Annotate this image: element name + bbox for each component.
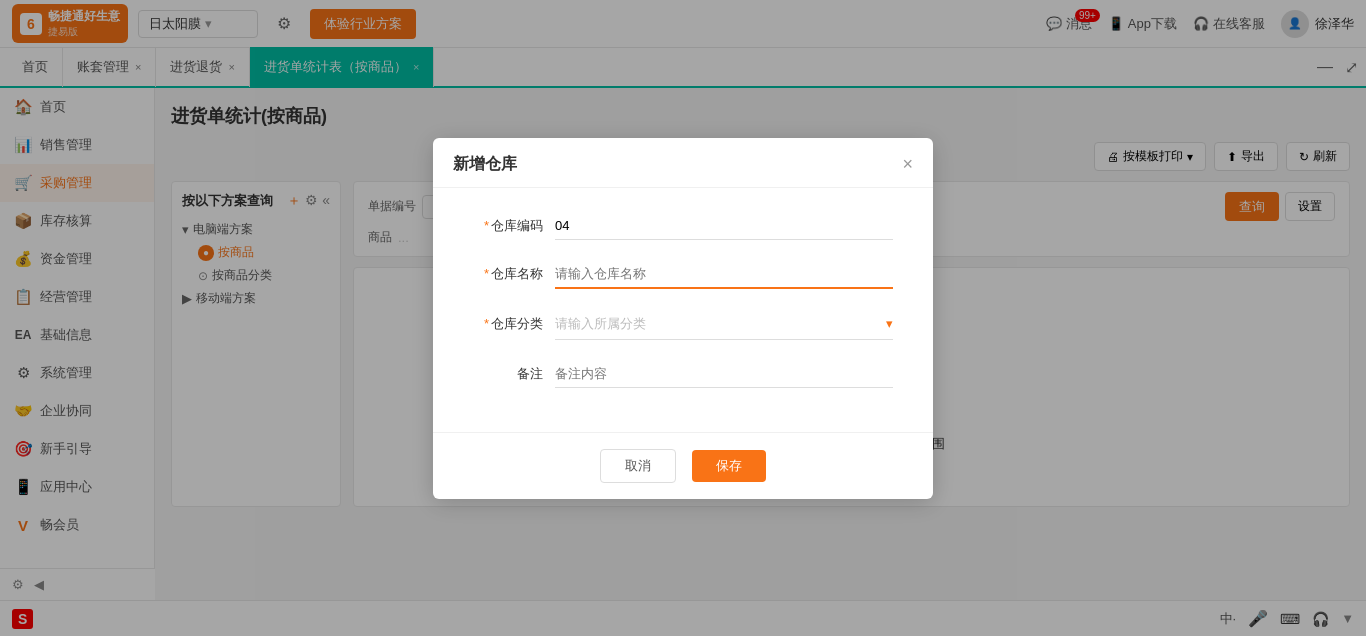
- category-placeholder: 请输入所属分类: [555, 315, 646, 333]
- modal-header: 新增仓库 ×: [433, 138, 933, 188]
- modal-title: 新增仓库: [453, 154, 517, 175]
- modal-overlay: 新增仓库 × 仓库编码 仓库名称 仓库分类 请输入所属分类 ▾: [0, 0, 1366, 636]
- modal-new-warehouse: 新增仓库 × 仓库编码 仓库名称 仓库分类 请输入所属分类 ▾: [433, 138, 933, 499]
- category-chevron-icon: ▾: [886, 316, 893, 331]
- code-input[interactable]: [555, 212, 893, 240]
- category-label: 仓库分类: [473, 315, 543, 333]
- form-row-category: 仓库分类 请输入所属分类 ▾: [473, 309, 893, 340]
- form-row-name: 仓库名称: [473, 260, 893, 289]
- save-btn[interactable]: 保存: [692, 450, 766, 482]
- name-label: 仓库名称: [473, 265, 543, 283]
- note-label: 备注: [473, 365, 543, 383]
- modal-footer: 取消 保存: [433, 432, 933, 499]
- form-row-code: 仓库编码: [473, 212, 893, 240]
- cancel-btn[interactable]: 取消: [600, 449, 676, 483]
- modal-body: 仓库编码 仓库名称 仓库分类 请输入所属分类 ▾ 备注: [433, 188, 933, 432]
- modal-close-btn[interactable]: ×: [902, 154, 913, 175]
- code-label: 仓库编码: [473, 217, 543, 235]
- name-input[interactable]: [555, 260, 893, 289]
- category-select[interactable]: 请输入所属分类 ▾: [555, 309, 893, 340]
- note-input[interactable]: [555, 360, 893, 388]
- form-row-note: 备注: [473, 360, 893, 388]
